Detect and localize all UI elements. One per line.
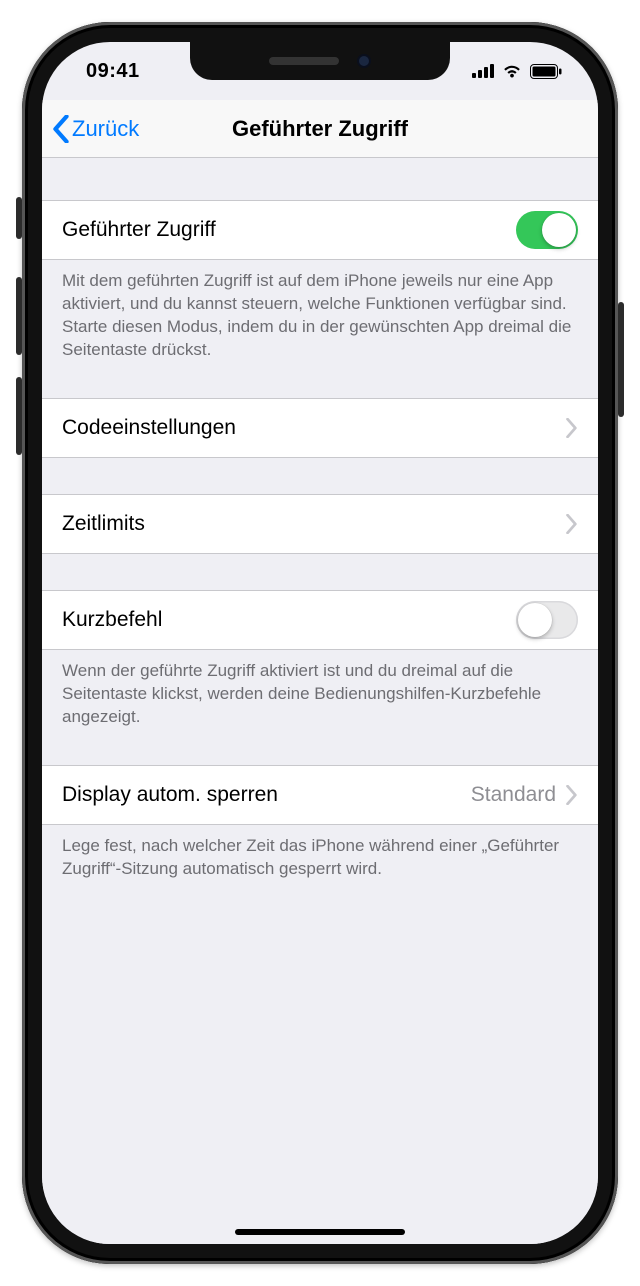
- row-guided-access[interactable]: Geführter Zugriff: [42, 200, 598, 260]
- speaker-grill: [269, 57, 339, 65]
- back-button[interactable]: Zurück: [42, 115, 139, 143]
- status-icons: [472, 63, 566, 79]
- settings-list: Geführter Zugriff Mit dem geführten Zugr…: [42, 158, 598, 1244]
- side-button: [618, 302, 624, 417]
- front-camera: [357, 54, 371, 68]
- navigation-bar: Zurück Geführter Zugriff: [42, 100, 598, 158]
- notch: [190, 42, 450, 80]
- footer-auto-lock: Lege fest, nach welcher Zeit das iPhone …: [42, 825, 598, 881]
- mute-switch: [16, 197, 22, 239]
- back-label: Zurück: [72, 116, 139, 142]
- wifi-icon: [501, 63, 523, 79]
- row-label: Display autom. sperren: [62, 783, 471, 807]
- cellular-icon: [472, 64, 494, 78]
- chevron-right-icon: [566, 418, 578, 438]
- row-auto-lock[interactable]: Display autom. sperren Standard: [42, 765, 598, 825]
- row-label: Zeitlimits: [62, 512, 566, 536]
- row-passcode-settings[interactable]: Codeeinstellungen: [42, 398, 598, 458]
- device-frame: 09:41 Zurück Geführter Zugriff: [22, 22, 618, 1264]
- row-value: Standard: [471, 783, 556, 807]
- volume-down-button: [16, 377, 22, 455]
- row-label: Kurzbefehl: [62, 608, 516, 632]
- footer-guided-access: Mit dem geführten Zugriff ist auf dem iP…: [42, 260, 598, 362]
- row-label: Codeeinstellungen: [62, 416, 566, 440]
- row-shortcut[interactable]: Kurzbefehl: [42, 590, 598, 650]
- status-time: 09:41: [74, 60, 140, 83]
- home-indicator[interactable]: [235, 1229, 405, 1235]
- row-time-limits[interactable]: Zeitlimits: [42, 494, 598, 554]
- screen: 09:41 Zurück Geführter Zugriff: [42, 42, 598, 1244]
- battery-icon: [530, 64, 562, 79]
- row-label: Geführter Zugriff: [62, 218, 516, 242]
- chevron-right-icon: [566, 785, 578, 805]
- volume-up-button: [16, 277, 22, 355]
- chevron-right-icon: [566, 514, 578, 534]
- footer-shortcut: Wenn der geführte Zugriff aktiviert ist …: [42, 650, 598, 729]
- toggle-shortcut[interactable]: [516, 601, 578, 639]
- toggle-guided-access[interactable]: [516, 211, 578, 249]
- chevron-left-icon: [52, 115, 70, 143]
